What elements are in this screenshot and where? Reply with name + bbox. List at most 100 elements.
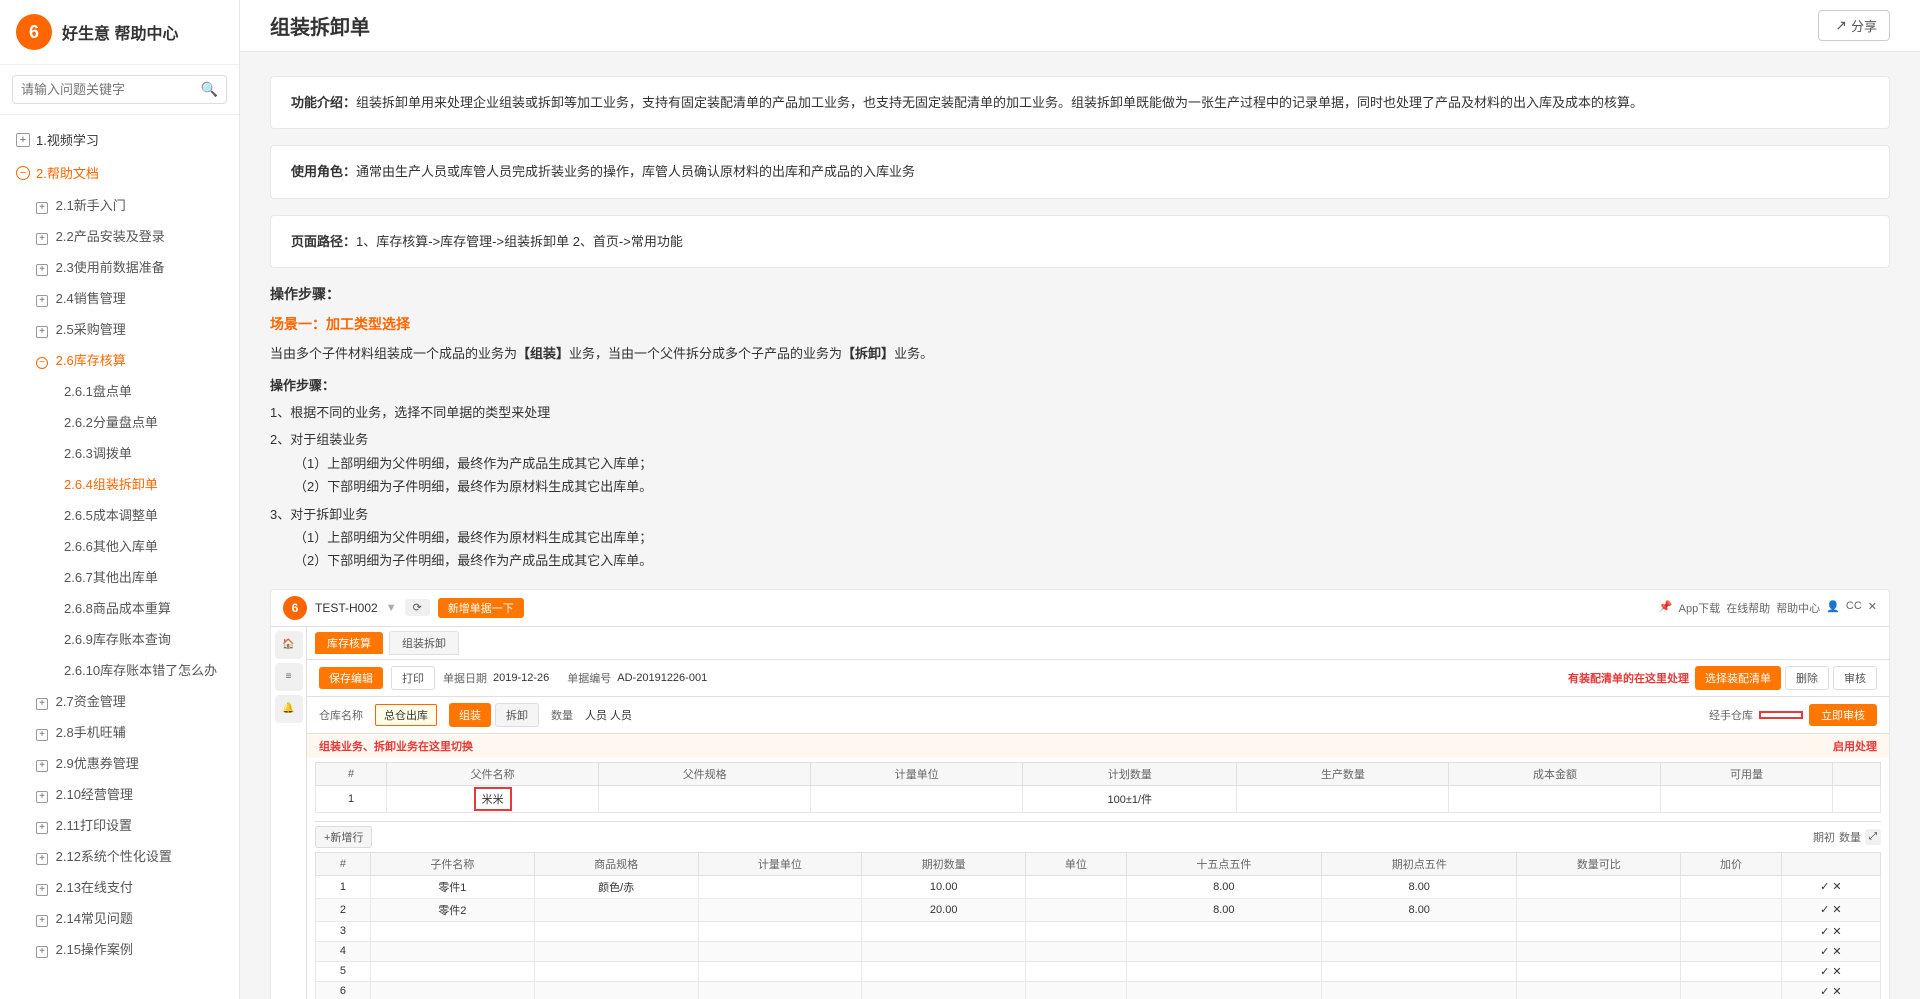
search-input[interactable] <box>21 82 201 97</box>
intro-label: 功能介绍： <box>291 95 356 110</box>
expand-icon-s2-4: + <box>36 295 48 307</box>
table-row: 6✓ ✕ <box>316 981 1881 999</box>
expand-icon-s2-14: + <box>36 915 48 927</box>
sidebar-item-2-6-8[interactable]: 2.6.8商品成本重算 <box>64 592 239 623</box>
nav-section-2: − 2.帮助文档 + 2.1新手入门 + 2.2产品安装及登录 + 2.3使用前… <box>0 156 239 964</box>
share-icon: ↗ <box>1835 17 1847 34</box>
search-icon[interactable]: 🔍 <box>201 81 218 98</box>
expand-icon-s2-6: − <box>36 357 48 369</box>
sidebar-item-2-6-9[interactable]: 2.6.9库存账本查询 <box>64 623 239 654</box>
logo-area: 6 好生意 帮助中心 <box>0 0 239 65</box>
logo-icon: 6 <box>16 14 52 50</box>
app-toolbar: 保存编辑 打印 单据日期 2019-12-26 单据编号 AD-20191226… <box>307 660 1889 697</box>
sidebar-item-2-6-3[interactable]: 2.6.3调拨单 <box>64 437 239 468</box>
app-print-btn[interactable]: 打印 <box>391 666 435 690</box>
steps-title: 操作步骤： <box>270 284 1890 304</box>
app-type-assemble[interactable]: 组装 <box>449 703 491 727</box>
steps-section: 操作步骤： 场景一：加工类型选择 当由多个子件材料组装成一个成品的业务为【组装】… <box>270 284 1890 573</box>
expand-icon-s2-7: + <box>36 698 48 710</box>
step2-1: （1）上部明细为父件明细，最终作为产成品生成其它入库单； <box>294 452 1890 475</box>
role-block: 使用角色：通常由生产人员或库管人员完成折装业务的操作，库管人员确认原材料的出库和… <box>270 145 1890 198</box>
expand-icon-s2-10: + <box>36 791 48 803</box>
app-expand-icon: ⤢ <box>1865 829 1881 845</box>
expand-icon-s2-12: + <box>36 853 48 865</box>
table-row: 2 零件2 20.00 8.00 8.00 <box>316 898 1881 921</box>
expand-icon-s2-3: + <box>36 264 48 276</box>
app-add-row-btn[interactable]: +新增行 <box>315 826 372 848</box>
app-audit-btn[interactable]: 审核 <box>1833 666 1877 690</box>
sidebar-item-2-6-10[interactable]: 2.6.10库存账本错了怎么办 <box>64 654 239 685</box>
sidebar-item-coupon[interactable]: + 2.9优惠券管理 <box>36 747 239 778</box>
app-upper-table-section: # 父件名称 父件规格 计量单位 计划数量 生产数量 成本金额 可用量 <box>307 758 1889 817</box>
sidebar-item-data-prep[interactable]: + 2.3使用前数据准备 <box>36 251 239 282</box>
app-tab-inactive: 组装拆卸 <box>389 631 459 655</box>
nav-tree: + 1.视频学习 − 2.帮助文档 + 2.1新手入门 + 2.2产品安装及登录 <box>0 115 239 999</box>
sidebar-item-cases[interactable]: + 2.15操作案例 <box>36 933 239 964</box>
app-warehouse-field: 总仓出库 <box>375 704 437 726</box>
path-text: 1、库存核算->库存管理->组装拆卸单 2、首页->常用功能 <box>356 234 683 249</box>
step2: 2、对于组装业务 <box>270 428 1890 451</box>
scene1-desc: 当由多个子件材料组装成一个成品的业务为【组装】业务，当由一个父件拆分成多个子产品… <box>270 342 1890 365</box>
intro-text: 组装拆卸单用来处理企业组装或拆卸等加工业务，支持有固定装配清单的产品加工业务，也… <box>356 95 1643 110</box>
step3-2: （2）下部明细为子件明细，最终作为产成品生成其它入库单。 <box>294 549 1890 572</box>
annotation-has-bom: 有装配清单的在这里处理 <box>1568 670 1689 686</box>
sidebar-item-sales[interactable]: + 2.4销售管理 <box>36 282 239 313</box>
share-button[interactable]: ↗ 分享 <box>1818 10 1890 41</box>
expand-icon-s2-2: + <box>36 233 48 245</box>
steps-label: 操作步骤： <box>270 374 1890 397</box>
search-area: 🔍 <box>0 65 239 115</box>
sidebar-item-2-6-7[interactable]: 2.6.7其他出库单 <box>64 561 239 592</box>
sidebar-item-2-6-6[interactable]: 2.6.6其他入库单 <box>64 530 239 561</box>
app-tab-active: 库存核算 <box>315 632 383 654</box>
sidebar-item-mobile[interactable]: + 2.8手机旺辅 <box>36 716 239 747</box>
sidebar-item-purchase[interactable]: + 2.5采购管理 <box>36 313 239 344</box>
sidebar-item-2-6-1[interactable]: 2.6.1盘点单 <box>64 375 239 406</box>
app-delete-btn[interactable]: 删除 <box>1785 666 1829 690</box>
sidebar-item-settings[interactable]: + 2.12系统个性化设置 <box>36 840 239 871</box>
app-select-bom-btn[interactable]: 选择装配清单 <box>1695 666 1781 690</box>
main-content: 组装拆卸单 ↗ 分享 功能介绍：组装拆卸单用来处理企业组装或拆卸等加工业务，支持… <box>240 0 1920 999</box>
expand-icon-s2-5: + <box>36 326 48 338</box>
app-handler-field <box>1759 711 1803 719</box>
sidebar-item-2-6-5[interactable]: 2.6.5成本调整单 <box>64 499 239 530</box>
app-save-btn[interactable]: 保存编辑 <box>319 667 383 689</box>
app-confirm-btn[interactable]: 立即审核 <box>1809 704 1877 726</box>
step3-1: （1）上部明细为父件明细，最终作为原材料生成其它出库单； <box>294 526 1890 549</box>
path-label: 页面路径： <box>291 234 356 249</box>
app-topbar: 6 TEST-H002 ▼ ⟳ 新增单据一下 📌 App下载 在线帮助 帮助中心… <box>271 590 1889 627</box>
app-sidebar-left: 🏠 ≡ 🔔 🕐 <box>271 627 307 999</box>
expand-icon-s2-13: + <box>36 884 48 896</box>
app-upper-table: # 父件名称 父件规格 计量单位 计划数量 生产数量 成本金额 可用量 <box>315 762 1881 813</box>
sidebar-item-finance[interactable]: + 2.7资金管理 <box>36 685 239 716</box>
expand-icon-2: − <box>16 166 30 180</box>
table-row: 1 米米 100±1/件 <box>316 785 1881 812</box>
app-type-disassemble[interactable]: 拆卸 <box>495 703 539 727</box>
table-row: 5✓ ✕ <box>316 961 1881 981</box>
sidebar-item-2-6-4[interactable]: 2.6.4组装拆卸单 <box>64 468 239 499</box>
expand-icon-s2-11: + <box>36 822 48 834</box>
sidebar-item-mgmt[interactable]: + 2.10经营管理 <box>36 778 239 809</box>
table-row: 4✓ ✕ <box>316 941 1881 961</box>
sidebar-item-install[interactable]: + 2.2产品安装及登录 <box>36 220 239 251</box>
role-text: 通常由生产人员或库管人员完成折装业务的操作，库管人员确认原材料的出库和产成品的入… <box>356 164 915 179</box>
page-title: 组装拆卸单 <box>270 11 370 40</box>
annotation-enable: 启用处理 <box>1833 738 1877 754</box>
sidebar-item-print[interactable]: + 2.11打印设置 <box>36 809 239 840</box>
app-company: TEST-H002 <box>315 601 378 615</box>
sidebar-item-payment[interactable]: + 2.13在线支付 <box>36 871 239 902</box>
sidebar-item-newbie[interactable]: + 2.1新手入门 <box>36 189 239 220</box>
step3: 3、对于拆卸业务 <box>270 503 1890 526</box>
sidebar-item-video[interactable]: + 1.视频学习 <box>0 123 239 156</box>
app-tabs-row: 库存核算 组装拆卸 <box>307 627 1889 660</box>
sidebar-item-docs[interactable]: − 2.帮助文档 <box>0 156 239 189</box>
step1: 1、根据不同的业务，选择不同单据的类型来处理 <box>270 401 1890 424</box>
app-icons-area: 📌 App下载 在线帮助 帮助中心 👤 CC ✕ <box>1659 600 1877 616</box>
logo-text: 好生意 帮助中心 <box>62 20 178 44</box>
app-nav-neworderbtn: 新增单据一下 <box>438 598 524 618</box>
step2-2: （2）下部明细为子件明细，最终作为原材料生成其它出库单。 <box>294 475 1890 498</box>
sidebar-item-faq[interactable]: + 2.14常见问题 <box>36 902 239 933</box>
app-type-selector: 组装 拆卸 <box>449 703 539 727</box>
screenshot-mockup: 6 TEST-H002 ▼ ⟳ 新增单据一下 📌 App下载 在线帮助 帮助中心… <box>270 589 1890 999</box>
sidebar-item-2-6-2[interactable]: 2.6.2分量盘点单 <box>64 406 239 437</box>
sidebar-item-inventory[interactable]: − 2.6库存核算 <box>36 344 239 375</box>
